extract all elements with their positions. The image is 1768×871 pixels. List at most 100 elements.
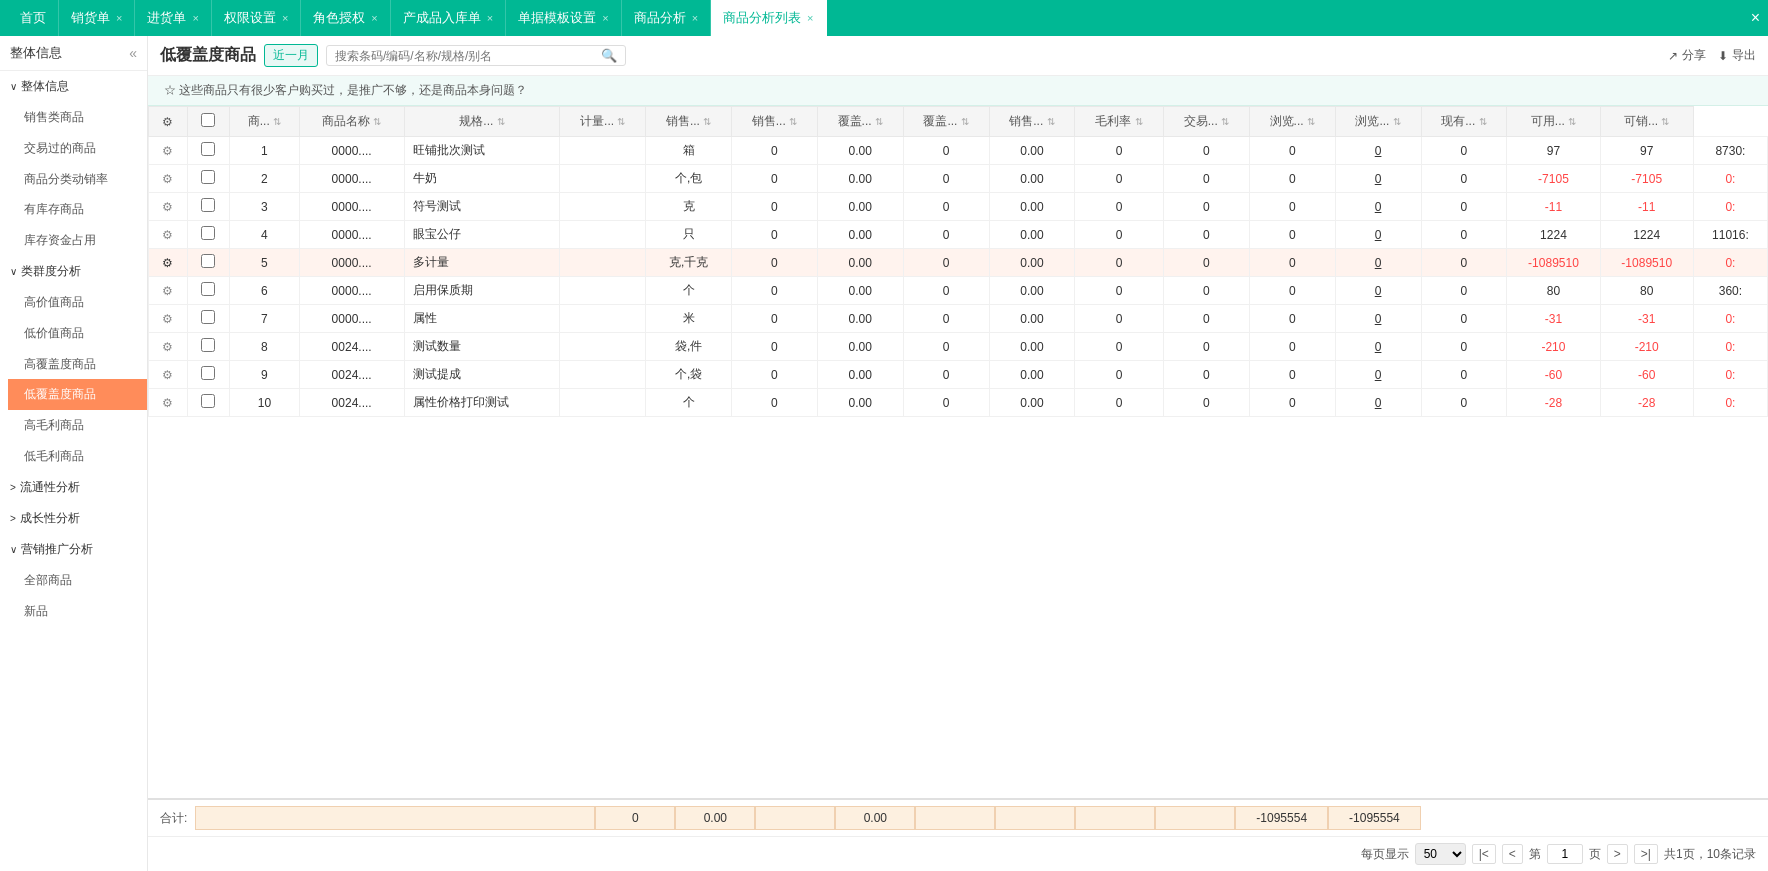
row-browse1[interactable]: 0 <box>1335 193 1421 221</box>
col-browse1[interactable]: 浏览... ⇅ <box>1249 107 1335 137</box>
row-checkbox[interactable] <box>201 170 215 184</box>
share-button[interactable]: ↗ 分享 <box>1668 47 1706 64</box>
row-checkbox[interactable] <box>201 338 215 352</box>
sidebar-item-low-coverage[interactable]: 低覆盖度商品 <box>8 379 147 410</box>
sidebar-item-low-margin[interactable]: 低毛利商品 <box>8 441 147 472</box>
sidebar-group-general[interactable]: ∨ 整体信息 <box>0 71 147 102</box>
row-settings[interactable]: ⚙ <box>149 361 188 389</box>
row-checkbox-cell[interactable] <box>187 361 230 389</box>
nav-tab-analysis-close[interactable]: × <box>692 12 698 24</box>
row-checkbox[interactable] <box>201 142 215 156</box>
nav-tab-purchase-close[interactable]: × <box>192 12 198 24</box>
row-settings[interactable]: ⚙ <box>149 165 188 193</box>
nav-tab-roles[interactable]: 角色授权 × <box>301 0 390 36</box>
nav-tab-templates-close[interactable]: × <box>602 12 608 24</box>
row-settings[interactable]: ⚙ <box>149 137 188 165</box>
time-filter-button[interactable]: 近一月 <box>264 44 318 67</box>
col-coverage2[interactable]: 覆盖... ⇅ <box>903 107 989 137</box>
row-browse1[interactable]: 0 <box>1335 221 1421 249</box>
row-browse1[interactable]: 0 <box>1335 305 1421 333</box>
sidebar-item-high-margin[interactable]: 高毛利商品 <box>8 410 147 441</box>
row-browse1[interactable]: 0 <box>1335 249 1421 277</box>
sidebar-item-high-value[interactable]: 高价值商品 <box>8 287 147 318</box>
row-checkbox-cell[interactable] <box>187 137 230 165</box>
row-settings[interactable]: ⚙ <box>149 249 188 277</box>
close-all-tabs-button[interactable]: × <box>1751 9 1760 27</box>
row-settings[interactable]: ⚙ <box>149 193 188 221</box>
col-saleable[interactable]: 可销... ⇅ <box>1600 107 1693 137</box>
row-browse1[interactable]: 0 <box>1335 361 1421 389</box>
col-browse2[interactable]: 浏览... ⇅ <box>1335 107 1421 137</box>
row-checkbox[interactable] <box>201 366 215 380</box>
sidebar-item-stocked-goods[interactable]: 有库存商品 <box>8 194 147 225</box>
row-browse1[interactable]: 0 <box>1335 137 1421 165</box>
prev-page-button[interactable]: < <box>1502 844 1523 864</box>
col-unit[interactable]: 计量... ⇅ <box>560 107 646 137</box>
select-all-checkbox[interactable] <box>201 113 215 127</box>
last-page-button[interactable]: >| <box>1634 844 1658 864</box>
nav-tab-permissions[interactable]: 权限设置 × <box>212 0 301 36</box>
row-checkbox-cell[interactable] <box>187 221 230 249</box>
sidebar-header[interactable]: 整体信息 « <box>0 36 147 71</box>
row-browse1[interactable]: 0 <box>1335 389 1421 417</box>
row-checkbox[interactable] <box>201 254 215 268</box>
row-checkbox[interactable] <box>201 198 215 212</box>
nav-tab-permissions-close[interactable]: × <box>282 12 288 24</box>
search-icon[interactable]: 🔍 <box>601 48 617 63</box>
nav-tab-purchase[interactable]: 进货单 × <box>135 0 211 36</box>
row-settings[interactable]: ⚙ <box>149 221 188 249</box>
first-page-button[interactable]: |< <box>1472 844 1496 864</box>
nav-tab-roles-close[interactable]: × <box>371 12 377 24</box>
col-checkbox[interactable] <box>187 107 230 137</box>
export-button[interactable]: ⬇ 导出 <box>1718 47 1756 64</box>
row-checkbox[interactable] <box>201 394 215 408</box>
row-checkbox-cell[interactable] <box>187 165 230 193</box>
sidebar-group-liquidity[interactable]: > 流通性分析 <box>0 472 147 503</box>
col-current-stock[interactable]: 现有... ⇅ <box>1421 107 1507 137</box>
nav-tab-sales-close[interactable]: × <box>116 12 122 24</box>
sidebar-item-new-goods[interactable]: 新品 <box>8 596 147 627</box>
sidebar-item-traded-goods[interactable]: 交易过的商品 <box>8 133 147 164</box>
sidebar-group-cluster[interactable]: ∨ 类群度分析 <box>0 256 147 287</box>
col-code[interactable]: 商... ⇅ <box>230 107 299 137</box>
col-sales-amount[interactable]: 销售... ⇅ <box>731 107 817 137</box>
sidebar-item-inventory-capital[interactable]: 库存资金占用 <box>8 225 147 256</box>
row-checkbox[interactable] <box>201 310 215 324</box>
row-checkbox-cell[interactable] <box>187 333 230 361</box>
row-settings[interactable]: ⚙ <box>149 333 188 361</box>
row-checkbox-cell[interactable] <box>187 389 230 417</box>
row-browse1[interactable]: 0 <box>1335 165 1421 193</box>
col-settings[interactable]: ⚙ <box>149 107 188 137</box>
next-page-button[interactable]: > <box>1607 844 1628 864</box>
row-checkbox-cell[interactable] <box>187 277 230 305</box>
row-settings[interactable]: ⚙ <box>149 277 188 305</box>
row-checkbox[interactable] <box>201 282 215 296</box>
col-sales-qty[interactable]: 销售... ⇅ <box>646 107 732 137</box>
sidebar-collapse-button[interactable]: « <box>129 45 137 61</box>
row-settings[interactable]: ⚙ <box>149 305 188 333</box>
sidebar-item-sales-goods[interactable]: 销售类商品 <box>8 102 147 133</box>
col-gross-margin[interactable]: 毛利率 ⇅ <box>1075 107 1164 137</box>
row-checkbox[interactable] <box>201 226 215 240</box>
sidebar-item-low-value[interactable]: 低价值商品 <box>8 318 147 349</box>
col-transaction[interactable]: 交易... ⇅ <box>1163 107 1249 137</box>
sidebar-group-marketing[interactable]: ∨ 营销推广分析 <box>0 534 147 565</box>
nav-tab-analysis[interactable]: 商品分析 × <box>622 0 711 36</box>
nav-tab-analysis-list-close[interactable]: × <box>807 12 813 24</box>
row-checkbox-cell[interactable] <box>187 249 230 277</box>
col-coverage1[interactable]: 覆盖... ⇅ <box>817 107 903 137</box>
nav-tab-analysis-list[interactable]: 商品分析列表 × <box>711 0 826 36</box>
sidebar-item-all-goods[interactable]: 全部商品 <box>8 565 147 596</box>
row-checkbox-cell[interactable] <box>187 305 230 333</box>
nav-tab-products-close[interactable]: × <box>487 12 493 24</box>
col-sales-days[interactable]: 销售... ⇅ <box>989 107 1075 137</box>
nav-tab-products[interactable]: 产成品入库单 × <box>391 0 506 36</box>
col-available-stock[interactable]: 可用... ⇅ <box>1507 107 1600 137</box>
col-name[interactable]: 商品名称 ⇅ <box>299 107 404 137</box>
sidebar-item-high-coverage[interactable]: 高覆盖度商品 <box>8 349 147 380</box>
page-size-select[interactable]: 10 20 50 100 <box>1415 843 1466 865</box>
search-input[interactable] <box>335 49 601 63</box>
nav-tab-templates[interactable]: 单据模板设置 × <box>506 0 621 36</box>
nav-tab-home[interactable]: 首页 <box>8 0 59 36</box>
row-settings[interactable]: ⚙ <box>149 389 188 417</box>
